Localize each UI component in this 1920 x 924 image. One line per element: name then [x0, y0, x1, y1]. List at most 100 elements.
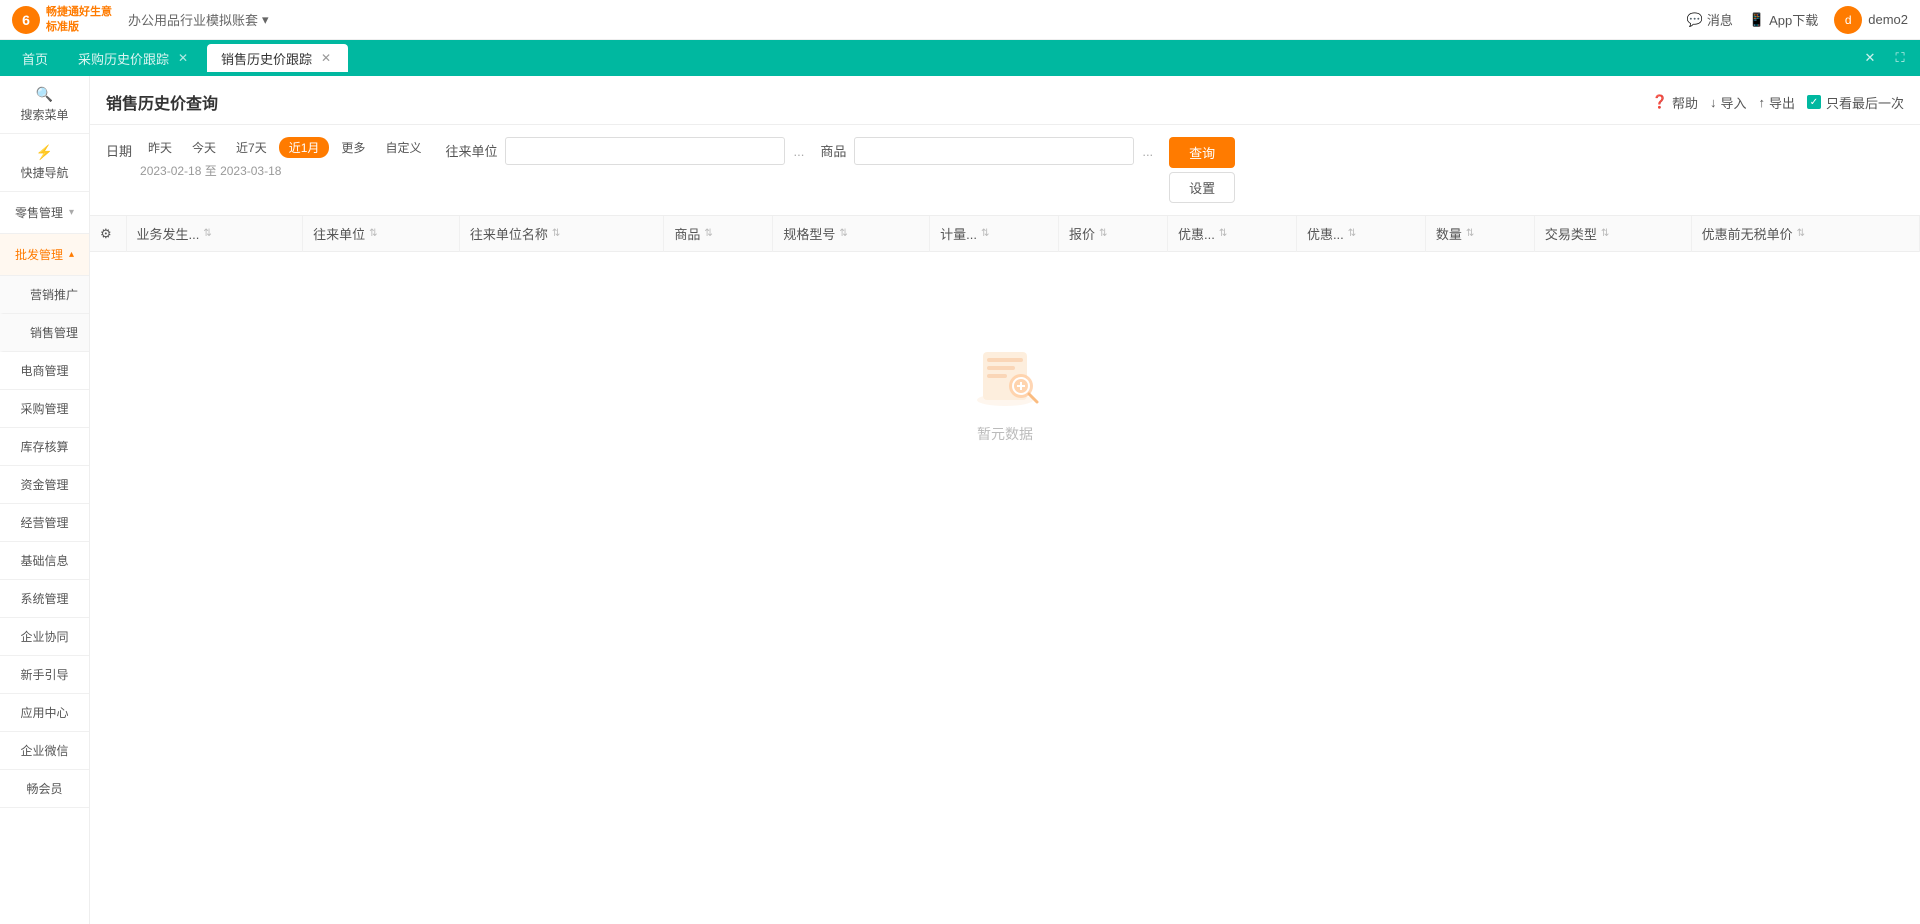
- sidebar-item-ecommerce[interactable]: 电商管理: [0, 352, 89, 390]
- sidebar-item-marketing[interactable]: 营销推广: [0, 276, 89, 314]
- only-last-checkbox[interactable]: ✓ 只看最后一次: [1807, 93, 1904, 112]
- th-quantity[interactable]: 数量 ⇅: [1425, 216, 1534, 252]
- sort-icon: ⇅: [552, 228, 560, 239]
- product-dots: ...: [1142, 144, 1153, 159]
- th-discount2-label: 优惠...: [1307, 224, 1344, 243]
- th-pre-tax-price[interactable]: 优惠前无税单价 ⇅: [1691, 216, 1919, 252]
- th-partner-code[interactable]: 往来单位 ⇅: [303, 216, 460, 252]
- sidebar-item-capital[interactable]: 资金管理: [0, 466, 89, 504]
- sidebar-label-marketing: 营销推广: [30, 286, 78, 303]
- page-container: 销售历史价查询 ❓ 帮助 ↓ 导入 ↑ 导出 ✓: [90, 76, 1920, 924]
- phone-icon: 📱: [1749, 12, 1765, 28]
- sidebar-label-enterprise-collab: 企业协同: [20, 628, 68, 645]
- sidebar-item-sales-mgmt[interactable]: 销售管理: [0, 314, 89, 352]
- date-btn-last7days[interactable]: 近7天: [228, 137, 275, 158]
- app-download-action[interactable]: 📱 App下载: [1749, 10, 1818, 29]
- settings-button[interactable]: 设置: [1169, 172, 1235, 203]
- tab-sales-history[interactable]: 销售历史价跟踪 ✕: [207, 44, 348, 72]
- tab-purchase-history[interactable]: 采购历史价跟踪 ✕: [64, 44, 205, 72]
- sidebar-item-guide[interactable]: 新手引导: [0, 656, 89, 694]
- date-range-text: 2023-02-18 至 2023-03-18: [140, 162, 429, 179]
- message-action[interactable]: 💬 消息: [1687, 10, 1733, 29]
- sidebar-item-retail-mgmt[interactable]: 零售管理 ▾: [0, 192, 89, 234]
- th-settings[interactable]: ⚙: [90, 216, 126, 252]
- sort-icon: ⇅: [203, 228, 211, 239]
- sidebar-item-quick-nav[interactable]: ⚡ 快捷导航: [0, 134, 89, 192]
- tab-purchase-close-icon[interactable]: ✕: [175, 50, 191, 66]
- filter-area: 日期 昨天 今天 近7天 近1月 更多 自定义 2023-02-18 至 202…: [90, 125, 1920, 216]
- sidebar-item-wholesale-mgmt[interactable]: 批发管理 ▴: [0, 234, 89, 276]
- username: demo2: [1868, 12, 1908, 27]
- th-spec[interactable]: 规格型号 ⇅: [773, 216, 930, 252]
- export-label: 导出: [1769, 93, 1795, 112]
- search-icon: 🔍: [36, 86, 53, 103]
- th-discount1[interactable]: 优惠... ⇅: [1168, 216, 1297, 252]
- sidebar-label-ecommerce: 电商管理: [20, 362, 68, 379]
- tab-fullscreen-button[interactable]: ⛶: [1888, 46, 1912, 70]
- chevron-down-icon: ▾: [69, 207, 74, 218]
- sidebar-label-basic-info: 基础信息: [20, 552, 68, 569]
- sort-icon: ⇅: [1601, 228, 1609, 239]
- th-quoted-price-label: 报价: [1069, 224, 1095, 243]
- th-quantity-label: 数量: [1436, 224, 1462, 243]
- th-discount1-label: 优惠...: [1178, 224, 1215, 243]
- import-button[interactable]: ↓ 导入: [1710, 93, 1747, 112]
- th-unit[interactable]: 计量... ⇅: [930, 216, 1059, 252]
- date-btn-custom[interactable]: 自定义: [377, 137, 429, 158]
- sidebar-label-quick-nav: 快捷导航: [20, 164, 68, 181]
- th-unit-label: 计量...: [940, 224, 977, 243]
- th-product[interactable]: 商品 ⇅: [664, 216, 773, 252]
- date-btn-more[interactable]: 更多: [333, 137, 373, 158]
- import-icon: ↓: [1710, 95, 1717, 110]
- sidebar-label-operation: 经营管理: [20, 514, 68, 531]
- sidebar-item-purchase[interactable]: 采购管理: [0, 390, 89, 428]
- sidebar-item-enterprise-wechat[interactable]: 企业微信: [0, 732, 89, 770]
- main-layout: 🔍 搜索菜单 ⚡ 快捷导航 零售管理 ▾ 批发管理 ▴ 营销推广 销售管理 电商…: [0, 76, 1920, 924]
- message-icon: 💬: [1687, 12, 1703, 28]
- export-button[interactable]: ↑ 导出: [1758, 93, 1795, 112]
- th-pre-tax-price-label: 优惠前无税单价: [1702, 224, 1793, 243]
- query-button[interactable]: 查询: [1169, 137, 1235, 168]
- date-filter-label: 日期: [106, 137, 132, 160]
- sidebar-label-sales-mgmt: 销售管理: [30, 324, 78, 341]
- sidebar-item-app-center[interactable]: 应用中心: [0, 694, 89, 732]
- tab-home[interactable]: 首页: [8, 44, 62, 72]
- sidebar-label-member: 畅会员: [26, 780, 62, 797]
- sort-icon: ⇅: [1797, 228, 1805, 239]
- tab-purchase-history-label: 采购历史价跟踪: [78, 49, 169, 68]
- th-quoted-price[interactable]: 报价 ⇅: [1059, 216, 1168, 252]
- date-btn-today[interactable]: 今天: [184, 137, 224, 158]
- sidebar-item-enterprise-collab[interactable]: 企业协同: [0, 618, 89, 656]
- tab-sales-close-icon[interactable]: ✕: [318, 50, 334, 66]
- help-label: 帮助: [1672, 93, 1698, 112]
- sidebar: 🔍 搜索菜单 ⚡ 快捷导航 零售管理 ▾ 批发管理 ▴ 营销推广 销售管理 电商…: [0, 76, 90, 924]
- th-trade-type[interactable]: 交易类型 ⇅: [1534, 216, 1691, 252]
- th-discount2[interactable]: 优惠... ⇅: [1296, 216, 1425, 252]
- sidebar-item-inventory[interactable]: 库存核算: [0, 428, 89, 466]
- th-biz-date[interactable]: 业务发生... ⇅: [126, 216, 303, 252]
- sidebar-item-basic-info[interactable]: 基础信息: [0, 542, 89, 580]
- app-selector[interactable]: 办公用品行业模拟账套 ▾: [120, 6, 277, 33]
- partner-input[interactable]: [505, 137, 785, 165]
- date-btn-last1month[interactable]: 近1月: [279, 137, 330, 158]
- partner-input-group: ...: [505, 137, 804, 165]
- help-icon: ❓: [1652, 94, 1668, 110]
- sidebar-item-member[interactable]: 畅会员: [0, 770, 89, 808]
- sidebar-label-enterprise-wechat: 企业微信: [20, 742, 68, 759]
- sidebar-item-system[interactable]: 系统管理: [0, 580, 89, 618]
- help-button[interactable]: ❓ 帮助: [1652, 93, 1698, 112]
- app-download-label: App下载: [1769, 10, 1818, 29]
- date-btn-yesterday[interactable]: 昨天: [140, 137, 180, 158]
- date-buttons: 昨天 今天 近7天 近1月 更多 自定义: [140, 137, 429, 158]
- sidebar-item-search-menu[interactable]: 🔍 搜索菜单: [0, 76, 89, 134]
- product-input[interactable]: [854, 137, 1134, 165]
- chevron-up-icon: ▴: [69, 249, 74, 260]
- tab-close-all-button[interactable]: ✕: [1858, 46, 1882, 70]
- sidebar-item-operation[interactable]: 经营管理: [0, 504, 89, 542]
- avatar-letter: d: [1845, 13, 1852, 27]
- export-icon: ↑: [1758, 95, 1765, 110]
- user-area[interactable]: d demo2: [1834, 6, 1908, 34]
- th-partner-name[interactable]: 往来单位名称 ⇅: [459, 216, 663, 252]
- sort-icon: ⇅: [1219, 228, 1227, 239]
- message-label: 消息: [1707, 10, 1733, 29]
